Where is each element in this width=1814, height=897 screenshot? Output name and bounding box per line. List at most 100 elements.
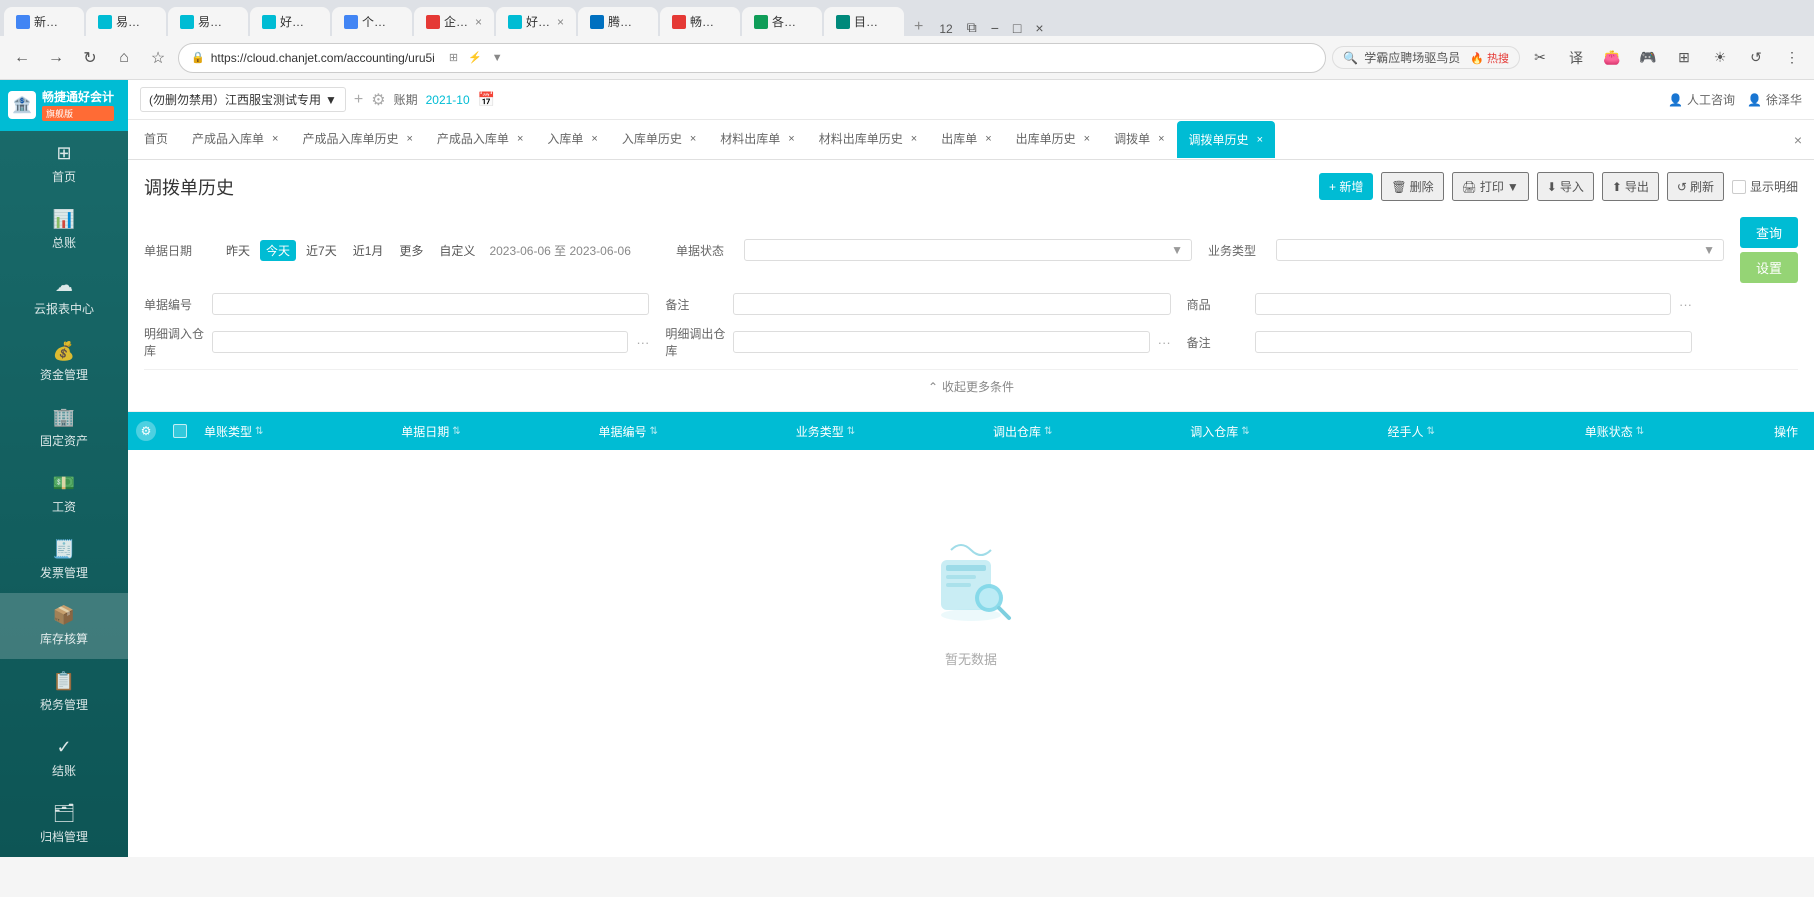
detail-in-ellipsis[interactable]: ···: [636, 335, 649, 350]
refresh-button[interactable]: ↺ 刷新: [1667, 172, 1724, 201]
table-settings-icon[interactable]: ⚙: [136, 421, 156, 441]
lightning-icon[interactable]: ⚡: [468, 51, 482, 64]
date-btn-today[interactable]: 今天: [260, 240, 296, 261]
remark2-filter-input[interactable]: [1255, 331, 1692, 353]
biz-type-filter-select[interactable]: ▼: [1276, 239, 1724, 261]
collapse-button[interactable]: ⌃ 收起更多条件: [928, 374, 1014, 399]
wallet-icon[interactable]: 👛: [1598, 44, 1626, 72]
date-btn-7days[interactable]: 近7天: [300, 240, 343, 261]
export-button[interactable]: ⬆ 导出: [1602, 172, 1659, 201]
delete-button[interactable]: 🗑 删除: [1381, 172, 1443, 201]
minimize-button[interactable]: −: [985, 20, 1005, 36]
grid-icon[interactable]: ⊞: [1670, 44, 1698, 72]
tab-count-badge[interactable]: 12: [933, 22, 958, 36]
add-company-button[interactable]: +: [354, 91, 363, 109]
tab-close-material-out-history[interactable]: ×: [911, 133, 917, 145]
tab-close-6[interactable]: ×: [475, 15, 482, 29]
remark-filter-input[interactable]: [733, 293, 1170, 315]
game-icon[interactable]: 🎮: [1634, 44, 1662, 72]
undo-icon[interactable]: ↺: [1742, 44, 1770, 72]
select-all-checkbox[interactable]: [173, 424, 187, 438]
sidebar-item-home[interactable]: ⊞ 首页: [0, 131, 128, 197]
sidebar-item-invoice[interactable]: 🧾 发票管理: [0, 527, 128, 593]
tab-product-in2[interactable]: 产成品入库单 ×: [425, 120, 535, 159]
scissors-icon[interactable]: ✂: [1526, 44, 1554, 72]
detail-out-ellipsis[interactable]: ···: [1158, 335, 1171, 350]
browser-tab-10[interactable]: 各…: [742, 7, 822, 36]
show-cols-checkbox[interactable]: [1732, 180, 1746, 194]
tab-close-7[interactable]: ×: [557, 15, 564, 29]
date-btn-custom[interactable]: 自定义: [433, 240, 481, 261]
more-icon[interactable]: ⋮: [1778, 44, 1806, 72]
tab-close-stock-out[interactable]: ×: [985, 133, 991, 145]
calendar-icon[interactable]: 📅: [478, 91, 495, 108]
new-doc-button[interactable]: + 新增: [1319, 173, 1373, 200]
extensions-icon[interactable]: ⊞: [449, 51, 458, 64]
browser-tab-8[interactable]: 腾…: [578, 7, 658, 36]
goods-filter-input[interactable]: [1255, 293, 1671, 315]
translate-icon[interactable]: 译: [1562, 44, 1590, 72]
sidebar-item-archive[interactable]: 🗂 归档管理: [0, 791, 128, 857]
tab-stock-out-history[interactable]: 出库单历史 ×: [1004, 120, 1102, 159]
tab-stock-in-history[interactable]: 入库单历史 ×: [610, 120, 708, 159]
tab-close-product-in-history[interactable]: ×: [406, 133, 412, 145]
th-biz-type[interactable]: 业务类型 ⇅: [788, 423, 985, 440]
tab-close-transfer-history[interactable]: ×: [1257, 134, 1263, 146]
date-btn-yesterday[interactable]: 昨天: [220, 240, 256, 261]
docno-filter-input[interactable]: [212, 293, 649, 315]
detail-in-filter-input[interactable]: [212, 331, 628, 353]
back-button[interactable]: ←: [8, 44, 36, 72]
reload-button[interactable]: ↻: [76, 44, 104, 72]
tab-close-material-out[interactable]: ×: [788, 133, 794, 145]
th-checkbox[interactable]: [164, 424, 196, 438]
detail-out-filter-input[interactable]: [733, 331, 1149, 353]
restore-window-icon[interactable]: ⧉: [961, 19, 983, 36]
th-out-warehouse[interactable]: 调出仓库 ⇅: [985, 423, 1182, 440]
browser-tab-11[interactable]: 目…: [824, 7, 904, 36]
sidebar-item-close-account[interactable]: ✓ 结账: [0, 725, 128, 791]
date-btn-more[interactable]: 更多: [393, 240, 429, 261]
settings-gear-icon[interactable]: ⚙: [371, 90, 385, 110]
tab-product-in[interactable]: 产成品入库单 ×: [180, 120, 290, 159]
brightness-icon[interactable]: ☀: [1706, 44, 1734, 72]
sidebar-item-assets[interactable]: 🏢 固定资产: [0, 395, 128, 461]
sidebar-item-inventory[interactable]: 📦 库存核算: [0, 593, 128, 659]
new-tab-button[interactable]: +: [906, 18, 931, 36]
query-button[interactable]: 查询: [1740, 217, 1798, 248]
tab-material-out-history[interactable]: 材料出库单历史 ×: [807, 120, 929, 159]
browser-tab-3[interactable]: 易…: [168, 7, 248, 36]
print-button[interactable]: 🖨 打印 ▼: [1452, 172, 1529, 201]
period-value[interactable]: 2021-10: [426, 93, 470, 107]
browser-tab-2[interactable]: 易…: [86, 7, 166, 36]
date-btn-1month[interactable]: 近1月: [347, 240, 390, 261]
tab-home[interactable]: 首页: [132, 120, 180, 159]
th-settings[interactable]: ⚙: [128, 421, 164, 441]
tab-close-product-in2[interactable]: ×: [517, 133, 523, 145]
tab-stock-out[interactable]: 出库单 ×: [929, 120, 1003, 159]
close-window-button[interactable]: ×: [1029, 20, 1049, 36]
browser-tab-4[interactable]: 好…: [250, 7, 330, 36]
filter-settings-button[interactable]: 设置: [1740, 252, 1798, 283]
search-bar[interactable]: 🔍 学霸应聘场驱鸟员 🔥 热搜: [1332, 46, 1520, 69]
th-doc-type[interactable]: 单账类型 ⇅: [196, 423, 393, 440]
consult-button[interactable]: 👤 人工咨询: [1668, 91, 1735, 108]
sidebar-item-finance[interactable]: 💰 资金管理: [0, 329, 128, 395]
maximize-button[interactable]: □: [1007, 20, 1027, 36]
th-doc-no[interactable]: 单据编号 ⇅: [591, 423, 788, 440]
tab-close-product-in[interactable]: ×: [272, 133, 278, 145]
browser-tab-6[interactable]: 企… ×: [414, 7, 494, 36]
address-bar[interactable]: 🔒 https://cloud.chanjet.com/accounting/u…: [178, 43, 1326, 73]
forward-button[interactable]: →: [42, 44, 70, 72]
tab-material-out[interactable]: 材料出库单 ×: [708, 120, 806, 159]
app-logo[interactable]: 🏦 畅捷通好会计 旗舰版: [0, 80, 128, 131]
tab-stock-in[interactable]: 入库单 ×: [535, 120, 609, 159]
bookmark-button[interactable]: ☆: [144, 44, 172, 72]
th-handler[interactable]: 经手人 ⇅: [1380, 423, 1577, 440]
import-button[interactable]: ⬇ 导入: [1537, 172, 1594, 201]
browser-tab-7[interactable]: 好… ×: [496, 7, 576, 36]
th-doc-date[interactable]: 单据日期 ⇅: [393, 423, 590, 440]
tab-close-transfer[interactable]: ×: [1158, 133, 1164, 145]
tab-transfer[interactable]: 调拨单 ×: [1102, 120, 1176, 159]
tab-transfer-history[interactable]: 调拨单历史 ×: [1177, 121, 1275, 158]
sidebar-item-reports[interactable]: ☁ 云报表中心: [0, 263, 128, 329]
